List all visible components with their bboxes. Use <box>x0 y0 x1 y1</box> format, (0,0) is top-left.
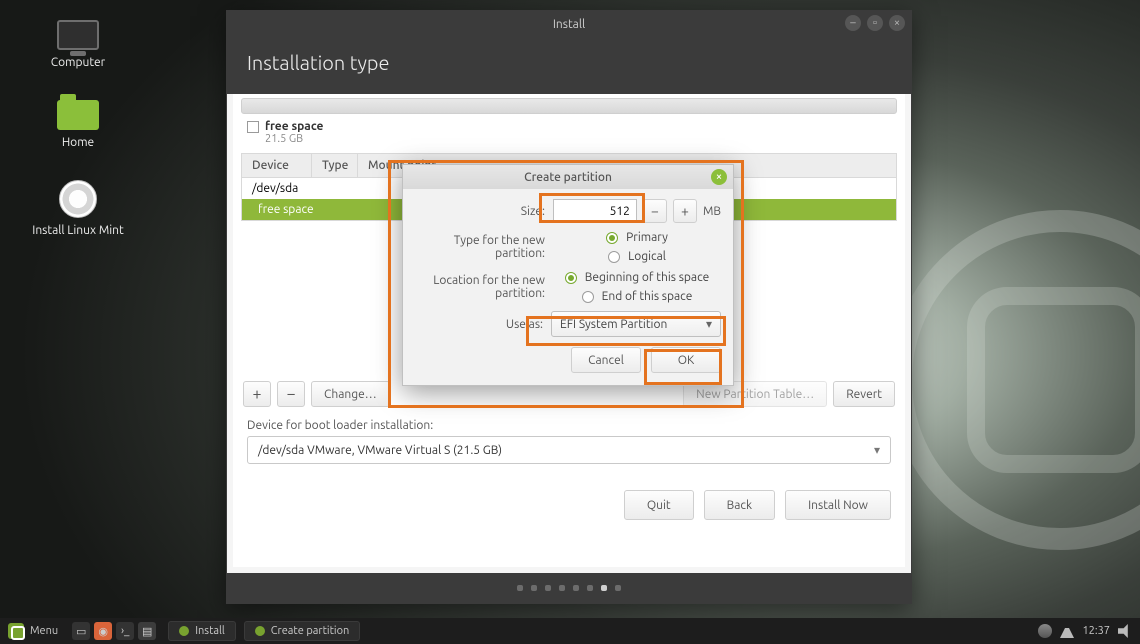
taskbar-item-create-partition[interactable]: Create partition <box>244 621 361 641</box>
size-label: Size: <box>415 205 553 218</box>
ok-button[interactable]: OK <box>651 347 721 373</box>
legend-size: 21.5 GB <box>233 133 905 151</box>
menu-button[interactable]: Menu <box>0 623 66 639</box>
col-device[interactable]: Device <box>242 154 312 177</box>
desktop-icon-install[interactable]: Install Linux Mint <box>18 180 138 237</box>
desktop-icon-home[interactable]: Home <box>18 100 138 149</box>
radio-end[interactable]: End of this space <box>582 290 693 303</box>
useas-label: Use as: <box>415 318 551 331</box>
desktop: Computer Home Install Linux Mint Install… <box>0 0 1140 644</box>
type-label: Type for the new partition: <box>415 234 553 260</box>
dialog-title: Create partition <box>524 171 612 184</box>
col-type[interactable]: Type <box>312 154 358 177</box>
size-decrement-button[interactable]: − <box>643 199 667 223</box>
taskbar-item-install[interactable]: Install <box>168 621 236 641</box>
minimize-icon[interactable]: – <box>845 15 861 31</box>
storage-bar <box>241 98 897 114</box>
window-titlebar[interactable]: Install – ▫ × <box>227 11 911 37</box>
cell-device: /dev/sda <box>242 178 308 199</box>
size-input[interactable] <box>553 199 637 223</box>
disc-icon <box>59 180 97 218</box>
dialog-titlebar[interactable]: Create partition × <box>403 165 733 189</box>
quick-launch: ▭ ◉ ›_ ▤ <box>66 622 162 640</box>
radio-icon <box>565 272 577 284</box>
clock[interactable]: 12:37 <box>1082 625 1110 637</box>
location-label: Location for the new partition: <box>415 274 553 300</box>
wallpaper-logo <box>890 210 1140 550</box>
nav-row: Quit Back Install Now <box>247 490 891 520</box>
sound-icon[interactable] <box>1118 624 1132 638</box>
boot-device-label: Device for boot loader installation: <box>247 419 891 432</box>
back-button[interactable]: Back <box>704 490 775 520</box>
close-icon[interactable]: × <box>889 15 905 31</box>
firefox-icon[interactable]: ◉ <box>94 622 112 640</box>
cell-device: free space <box>242 199 324 220</box>
install-now-button[interactable]: Install Now <box>785 490 891 520</box>
quit-button[interactable]: Quit <box>624 490 694 520</box>
radio-logical[interactable]: Logical <box>608 250 666 263</box>
remove-partition-button[interactable]: − <box>277 381 305 407</box>
desktop-icon-label: Home <box>18 136 138 149</box>
legend-label: free space <box>265 120 323 133</box>
boot-device-value: /dev/sda VMware, VMware Virtual S (21.5 … <box>258 444 502 457</box>
terminal-icon[interactable]: ›_ <box>116 622 134 640</box>
radio-primary[interactable]: Primary <box>606 231 668 244</box>
free-space-legend: free space <box>233 120 905 133</box>
legend-swatch <box>247 121 259 133</box>
computer-icon <box>57 20 99 50</box>
user-icon[interactable] <box>1038 624 1052 638</box>
dialog-close-icon[interactable]: × <box>711 169 727 185</box>
folder-icon <box>57 100 99 130</box>
window-title: Install <box>553 18 585 31</box>
size-unit: MB <box>703 205 721 218</box>
taskbar: Menu ▭ ◉ ›_ ▤ Install Create partition 1… <box>0 618 1140 644</box>
radio-beginning[interactable]: Beginning of this space <box>565 271 710 284</box>
useas-select[interactable]: EFI System Partition <box>551 311 721 337</box>
maximize-icon[interactable]: ▫ <box>867 15 883 31</box>
size-increment-button[interactable]: + <box>673 199 697 223</box>
app-icon <box>255 626 265 636</box>
app-icon <box>179 626 189 636</box>
create-partition-dialog: Create partition × Size: − + MB Type for… <box>402 164 734 386</box>
boot-device-select[interactable]: /dev/sda VMware, VMware Virtual S (21.5 … <box>247 436 891 464</box>
desktop-icon-computer[interactable]: Computer <box>18 20 138 69</box>
files-icon[interactable]: ▤ <box>138 622 156 640</box>
desktop-icon-label: Install Linux Mint <box>18 224 138 237</box>
change-button[interactable]: Change… <box>311 381 390 407</box>
page-heading: Installation type <box>227 37 911 94</box>
mint-icon <box>8 623 24 639</box>
network-icon[interactable] <box>1060 624 1074 638</box>
system-tray: 12:37 <box>1030 624 1140 638</box>
cancel-button[interactable]: Cancel <box>571 347 641 373</box>
desktop-icon-label: Computer <box>18 56 138 69</box>
step-dots <box>227 573 911 603</box>
show-desktop-icon[interactable]: ▭ <box>72 622 90 640</box>
radio-icon <box>606 232 618 244</box>
radio-icon <box>582 291 594 303</box>
add-partition-button[interactable]: + <box>243 381 271 407</box>
useas-value: EFI System Partition <box>560 318 667 331</box>
revert-button[interactable]: Revert <box>833 381 895 407</box>
radio-icon <box>608 251 620 263</box>
